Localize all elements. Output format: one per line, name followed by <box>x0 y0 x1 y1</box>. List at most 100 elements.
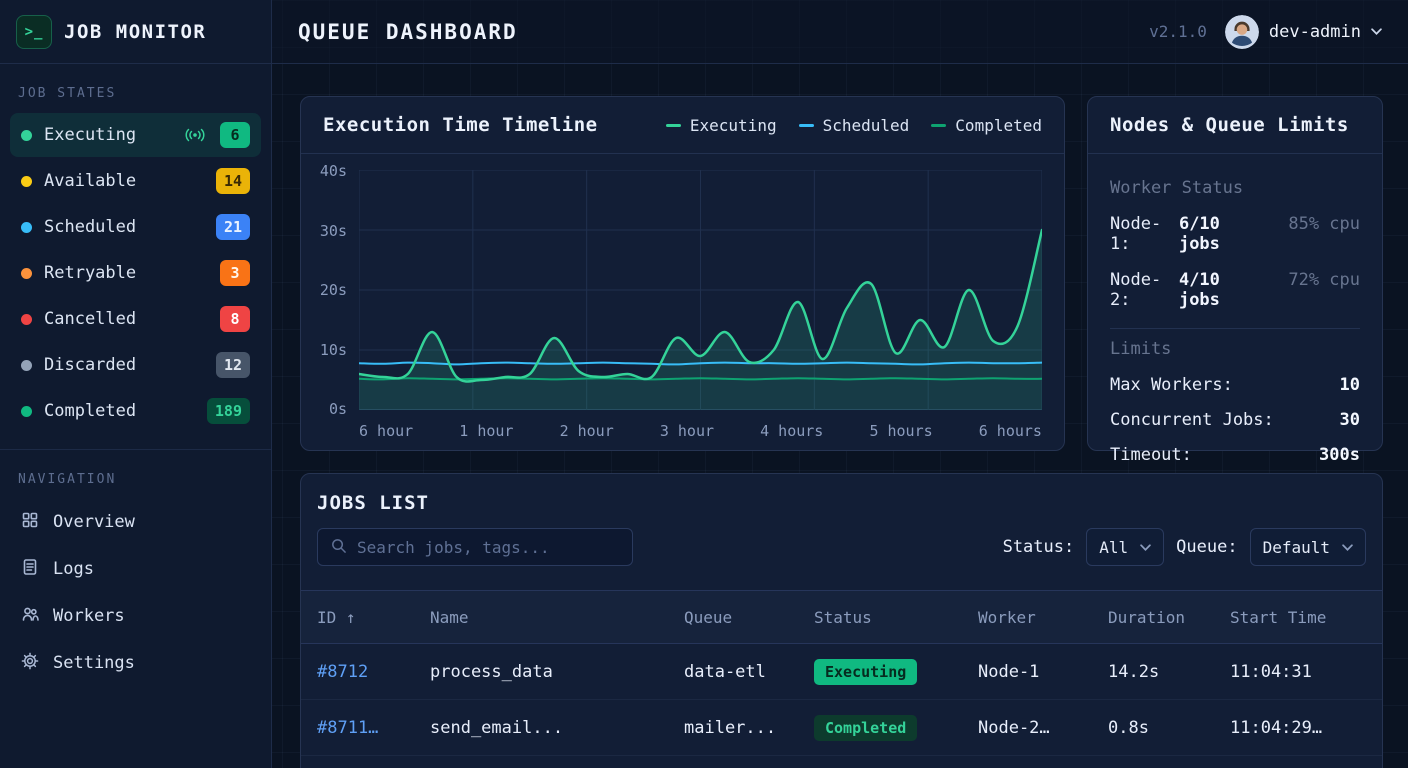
chevron-down-icon <box>1371 28 1382 35</box>
sidebar-item-workers[interactable]: Workers <box>10 594 261 638</box>
sidebar-state-item[interactable]: Completed 189 <box>10 389 261 433</box>
state-count-badge: 6 <box>220 122 250 148</box>
legend-label: Scheduled <box>822 115 910 135</box>
sidebar-item-settings[interactable]: Settings <box>10 641 261 685</box>
y-tick-label: 10s <box>319 340 347 359</box>
job-name: send_email... <box>430 717 564 738</box>
job-queue: mailer... <box>684 717 777 738</box>
state-count-badge: 189 <box>206 398 250 424</box>
column-header[interactable]: Queue <box>684 608 814 627</box>
state-count-badge: 3 <box>220 260 250 286</box>
avatar <box>1224 14 1259 49</box>
worker-status-row: Node-2: 4/10 jobs 72% cpu <box>1110 270 1360 310</box>
table-row[interactable]: #8712 process_data data-etl Executing No… <box>301 644 1382 700</box>
status-filter-value: All <box>1099 537 1129 557</box>
sidebar: >_ JOB MONITOR JOB STATES Executing 6 Av… <box>0 0 272 768</box>
chart-legend: Executing Scheduled Completed <box>665 115 1042 135</box>
state-count-badge: 21 <box>215 214 250 240</box>
worker-cpu: 72% cpu <box>1288 270 1360 290</box>
worker-name: Node-2: <box>1110 270 1162 310</box>
worker-cpu: 85% cpu <box>1288 214 1360 234</box>
limit-value: 10 <box>1339 375 1360 395</box>
timeline-chart-svg <box>359 170 1042 410</box>
limit-label: Max Workers: <box>1110 375 1233 395</box>
search-box[interactable] <box>317 528 633 566</box>
worker-jobs: 6/10 jobs <box>1178 214 1220 254</box>
y-axis-labels: 40s 30s 20s 10s 0s <box>317 162 359 418</box>
y-tick-label: 20s <box>319 281 347 299</box>
settings-gear-icon <box>21 652 39 675</box>
state-count-badge: 12 <box>215 352 250 378</box>
legend-dash <box>931 123 947 127</box>
column-header[interactable]: Status <box>814 608 978 627</box>
limit-row: Max Workers: 10 <box>1110 375 1360 395</box>
x-tick-label: 3 hour <box>659 422 715 440</box>
column-header[interactable]: Start Time <box>1230 608 1382 627</box>
state-dot <box>21 359 32 371</box>
job-duration: 0.8s <box>1108 717 1149 738</box>
divider <box>1110 328 1360 329</box>
limit-row: Concurrent Jobs: 30 <box>1110 410 1360 430</box>
nav-label: Overview <box>53 512 135 532</box>
state-dot <box>21 129 32 141</box>
legend-item[interactable]: Executing <box>665 116 777 135</box>
x-axis-labels: 6 hour 1 hour 2 hour 3 hour 4 hours 5 hours 6 … <box>359 410 1042 440</box>
limit-label: Concurrent Jobs: <box>1110 410 1274 430</box>
app-title: JOB MONITOR <box>64 20 207 43</box>
job-id-link[interactable]: #8712 <box>317 662 430 682</box>
search-input[interactable] <box>357 537 620 557</box>
sidebar-state-item[interactable]: Scheduled 21 <box>10 205 261 249</box>
legend-dash <box>798 123 814 127</box>
version-label: v2.1.0 <box>1149 22 1207 41</box>
state-label: Cancelled <box>44 309 137 329</box>
sidebar-state-item[interactable]: Discarded 12 <box>10 343 261 387</box>
state-count-badge: 14 <box>215 168 250 194</box>
legend-item[interactable]: Completed <box>931 116 1042 135</box>
worker-jobs: 4/10 jobs <box>1178 270 1220 310</box>
worker-status-row: Node-1: 6/10 jobs 85% cpu <box>1110 214 1360 254</box>
logs-icon <box>21 558 39 581</box>
sidebar-item-logs[interactable]: Logs <box>10 547 261 591</box>
y-tick-label: 30s <box>319 221 347 240</box>
queue-filter-value: Default <box>1262 537 1330 557</box>
state-dot <box>21 405 32 417</box>
column-header[interactable]: Worker <box>978 608 1108 627</box>
job-id-link[interactable]: #8711… <box>317 718 430 738</box>
table-row[interactable]: #8711… send_email... mailer... Completed… <box>301 700 1382 756</box>
column-header[interactable]: Name <box>430 608 684 627</box>
limit-row: Timeout: 300s <box>1110 445 1360 465</box>
legend-dash <box>665 123 681 127</box>
sidebar-state-item[interactable]: Available 14 <box>10 159 261 203</box>
legend-item[interactable]: Scheduled <box>798 115 910 135</box>
worker-status-heading: Worker Status <box>1110 178 1244 198</box>
queue-filter-select[interactable]: Default <box>1249 528 1366 566</box>
sidebar-state-item[interactable]: Cancelled 8 <box>10 297 261 341</box>
state-label: Scheduled <box>44 217 137 237</box>
user-menu[interactable]: dev-admin <box>1224 14 1382 49</box>
search-icon <box>330 537 347 558</box>
sidebar-state-item[interactable]: Retryable 3 <box>10 251 261 295</box>
jobs-table-header: ID ↑ Name Queue Status Worker Duration Start T… <box>301 590 1382 644</box>
column-header[interactable]: ID ↑ <box>317 608 430 627</box>
table-row[interactable]: #8710 process_data mailer Scheduled Node… <box>301 756 1382 768</box>
job-worker: Node-1 <box>978 661 1040 682</box>
job-states-list: Executing 6 Available 14 Scheduled 21 Re… <box>0 111 271 435</box>
sidebar-item-overview[interactable]: Overview <box>10 500 261 544</box>
limit-label: Timeout: <box>1110 445 1192 465</box>
y-tick-label: 0s <box>328 400 347 418</box>
x-tick-label: 4 hours <box>760 422 824 440</box>
app-logo: >_ JOB MONITOR <box>0 0 271 64</box>
job-start-time: 11:04:29… <box>1230 717 1323 738</box>
limit-value: 30 <box>1339 410 1360 430</box>
workers-icon <box>21 605 39 628</box>
column-header[interactable]: Duration <box>1108 608 1230 627</box>
state-dot <box>21 267 32 279</box>
sidebar-state-item[interactable]: Executing 6 <box>10 113 261 157</box>
state-dot <box>21 221 32 233</box>
limits-heading: Limits <box>1110 339 1172 359</box>
status-badge: Executing <box>814 658 918 685</box>
status-filter-select[interactable]: All <box>1086 528 1165 566</box>
terminal-icon: >_ <box>16 14 52 49</box>
x-tick-label: 5 hours <box>869 422 933 440</box>
nodes-limits-card: Nodes & Queue Limits Worker Status Node-… <box>1087 96 1383 465</box>
